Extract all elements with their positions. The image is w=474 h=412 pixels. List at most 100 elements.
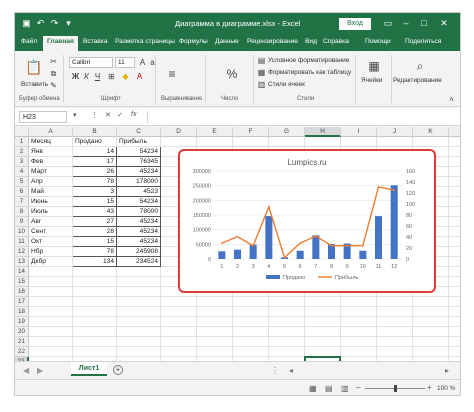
more-icon[interactable]: ⋮ <box>91 111 98 119</box>
cut-icon[interactable]: ✂ <box>49 57 58 66</box>
close-icon[interactable]: ✕ <box>437 16 451 30</box>
font-size-select[interactable]: 11 <box>115 57 135 68</box>
table-cell[interactable]: Окт <box>29 237 73 247</box>
tab-review[interactable]: Рецензирование <box>247 38 298 45</box>
row-header[interactable]: 1 <box>15 137 29 147</box>
table-cell[interactable]: 54234 <box>117 147 161 157</box>
prev-sheet-icon[interactable]: ◀ <box>23 366 29 375</box>
enter-icon[interactable]: ✓ <box>117 111 123 119</box>
table-cell[interactable]: 45234 <box>117 217 161 227</box>
name-box[interactable]: H23 <box>19 111 67 123</box>
tab-tell-me[interactable]: Помощи <box>365 38 391 45</box>
table-cell[interactable]: 245908 <box>117 247 161 257</box>
row-header[interactable]: 19 <box>15 317 29 327</box>
login-button[interactable]: Вход <box>339 18 371 30</box>
row-header[interactable]: 11 <box>15 237 29 247</box>
increase-font-icon[interactable]: A <box>138 58 147 67</box>
scroll-right-icon[interactable]: ▸ <box>445 366 449 375</box>
row-header[interactable]: 22 <box>15 347 29 357</box>
paste-icon[interactable]: 📋 <box>25 59 42 75</box>
row-header[interactable]: 3 <box>15 157 29 167</box>
column-header[interactable]: A <box>29 127 73 137</box>
table-cell[interactable]: 178000 <box>117 177 161 187</box>
table-cell[interactable]: 27 <box>73 217 117 227</box>
alignment-icon[interactable]: ≡ <box>165 67 179 81</box>
table-cell[interactable]: 78 <box>73 247 117 257</box>
tab-formulas[interactable]: Формулы <box>179 38 208 45</box>
next-sheet-icon[interactable]: ▶ <box>37 366 43 375</box>
paste-button[interactable]: Вставить <box>21 81 48 88</box>
scroll-left-icon[interactable]: ◂ <box>289 366 293 375</box>
fill-color-icon[interactable]: ◆ <box>121 72 130 81</box>
table-cell[interactable]: 45234 <box>117 227 161 237</box>
tab-help[interactable]: Справка <box>323 38 349 45</box>
table-cell[interactable]: Фев <box>29 157 73 167</box>
page-layout-view-icon[interactable]: ▤ <box>325 384 333 393</box>
table-cell[interactable]: Май <box>29 187 73 197</box>
table-cell[interactable]: 15 <box>73 237 117 247</box>
column-header[interactable]: D <box>161 127 197 137</box>
row-header[interactable]: 10 <box>15 227 29 237</box>
table-cell[interactable]: Янв <box>29 147 73 157</box>
table-cell[interactable]: 134 <box>73 257 117 267</box>
table-cell[interactable]: Нбр <box>29 247 73 257</box>
table-cell[interactable]: Дкбр <box>29 257 73 267</box>
row-header[interactable]: 7 <box>15 197 29 207</box>
cells-button[interactable]: Ячейки <box>361 77 382 84</box>
quick-access-icon[interactable]: ▾ <box>63 18 74 29</box>
row-header[interactable]: 8 <box>15 207 29 217</box>
column-header[interactable]: E <box>197 127 233 137</box>
table-cell[interactable]: 43 <box>73 207 117 217</box>
tab-data[interactable]: Данные <box>215 38 239 45</box>
table-cell[interactable]: Март <box>29 167 73 177</box>
sheet-tab[interactable]: Лист1 <box>71 362 107 376</box>
bold-icon[interactable]: Ж <box>71 72 80 81</box>
column-header[interactable]: K <box>413 127 449 137</box>
fx-icon[interactable]: fx <box>131 111 136 118</box>
copy-icon[interactable]: ⧉ <box>49 69 58 78</box>
combo-chart[interactable]: Lumpics.ru 0 50000 100000 150000 200000 25000… <box>178 149 436 293</box>
table-cell[interactable]: 78 <box>73 177 117 187</box>
column-header[interactable]: G <box>269 127 305 137</box>
editing-button[interactable]: Редактирование <box>393 77 442 84</box>
row-header[interactable]: 17 <box>15 297 29 307</box>
table-cell[interactable]: 17 <box>73 157 117 167</box>
table-cell[interactable]: 45234 <box>117 237 161 247</box>
row-header[interactable]: 5 <box>15 177 29 187</box>
table-cell[interactable]: 54234 <box>117 197 161 207</box>
row-header[interactable]: 2 <box>15 147 29 157</box>
row-header[interactable]: 12 <box>15 247 29 257</box>
table-cell[interactable]: Июль <box>29 207 73 217</box>
zoom-in-icon[interactable]: + <box>427 383 432 392</box>
zoom-out-icon[interactable]: – <box>356 383 360 392</box>
add-sheet-icon[interactable]: + <box>113 365 123 375</box>
column-header[interactable]: H <box>305 127 341 137</box>
table-cell[interactable]: 78000 <box>117 207 161 217</box>
row-header[interactable]: 4 <box>15 167 29 177</box>
tab-share[interactable]: Поделиться <box>405 38 441 45</box>
table-cell[interactable]: 4523 <box>117 187 161 197</box>
table-cell[interactable]: 76345 <box>117 157 161 167</box>
sheet-options-icon[interactable]: ⋮ <box>271 366 279 375</box>
italic-icon[interactable]: К <box>82 72 91 81</box>
row-header[interactable]: 21 <box>15 337 29 347</box>
column-header[interactable]: J <box>377 127 413 137</box>
table-header-cell[interactable]: Продано <box>73 137 117 147</box>
column-header[interactable]: I <box>341 127 377 137</box>
row-header[interactable]: 15 <box>15 277 29 287</box>
table-cell[interactable]: Сент <box>29 227 73 237</box>
collapse-ribbon-icon[interactable]: ˄ <box>447 95 456 104</box>
table-cell[interactable]: 15 <box>73 197 117 207</box>
font-name-select[interactable]: Calibri <box>69 57 113 68</box>
table-cell[interactable]: 234524 <box>117 257 161 267</box>
select-all-corner[interactable] <box>15 127 29 137</box>
cancel-icon[interactable]: ✕ <box>105 111 111 119</box>
tab-file[interactable]: Файл <box>21 38 37 45</box>
row-header[interactable]: 20 <box>15 327 29 337</box>
table-cell[interactable]: 45234 <box>117 167 161 177</box>
save-icon[interactable]: ▣ <box>21 18 32 29</box>
zoom-thumb[interactable] <box>393 385 397 392</box>
table-cell[interactable]: Июнь <box>29 197 73 207</box>
conditional-format-button[interactable]: Условное форматирование <box>268 57 349 64</box>
table-cell[interactable]: 26 <box>73 167 117 177</box>
